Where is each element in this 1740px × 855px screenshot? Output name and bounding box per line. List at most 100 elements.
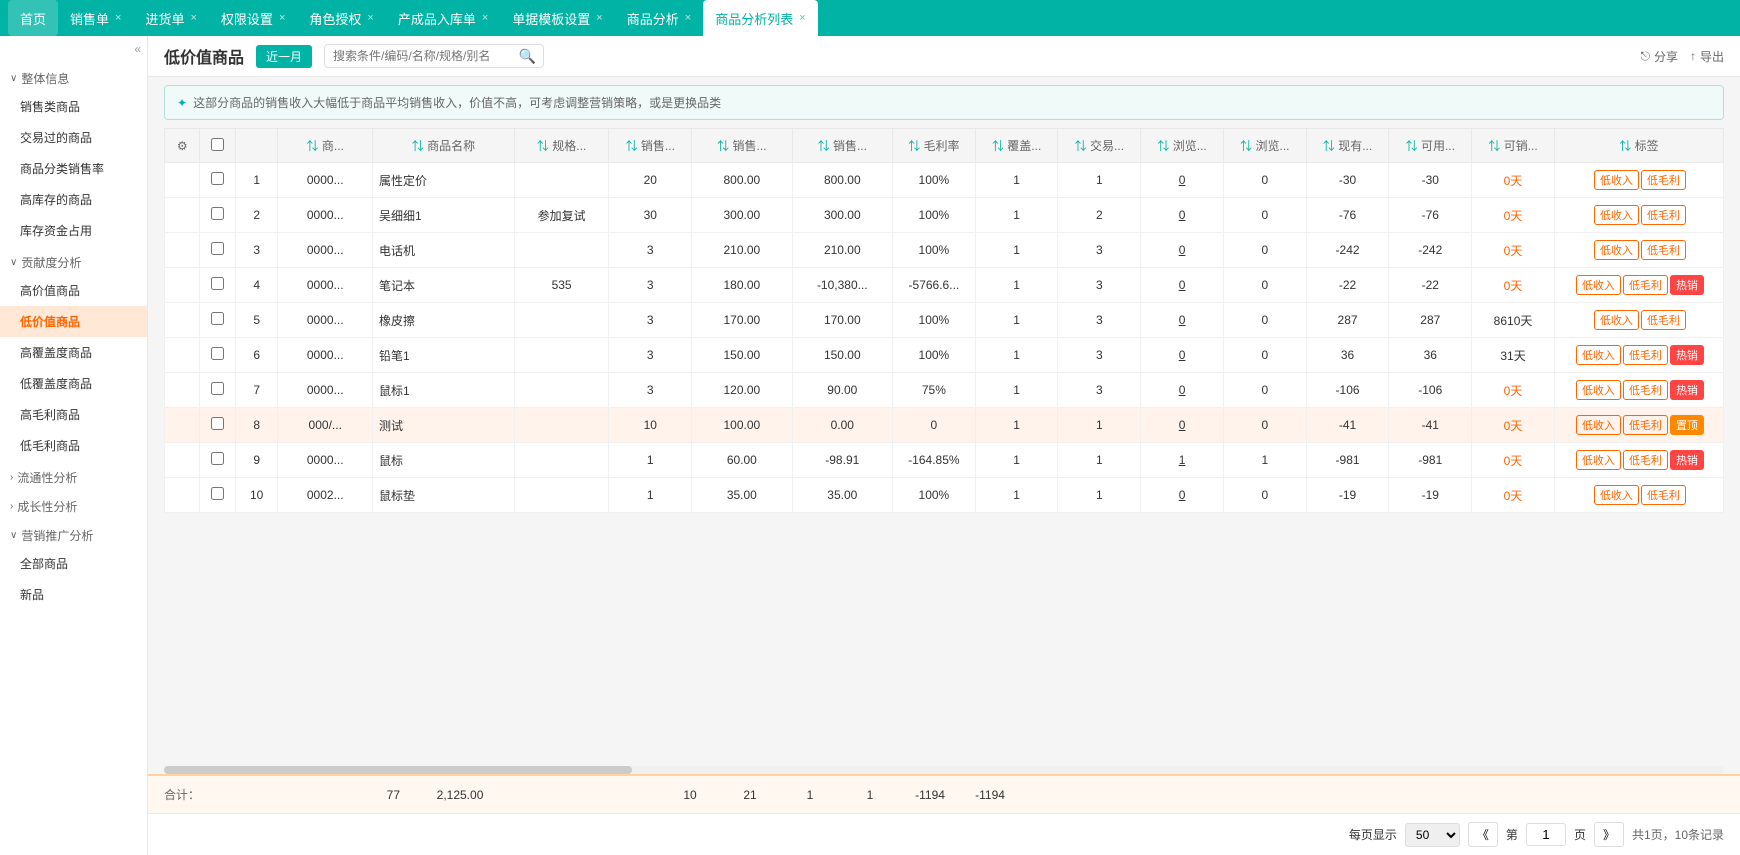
row-select-checkbox[interactable] <box>211 452 224 465</box>
browse-link[interactable]: 0 <box>1179 313 1186 327</box>
row-settings[interactable] <box>165 443 200 478</box>
col-header-cover[interactable]: ⇅ 覆盖... <box>975 129 1058 163</box>
row-checkbox[interactable] <box>200 303 235 338</box>
row-select-checkbox[interactable] <box>211 347 224 360</box>
row-browse1[interactable]: 0 <box>1141 408 1224 443</box>
col-header-check[interactable] <box>200 129 235 163</box>
sidebar-section-成长性分析[interactable]: › 成长性分析 <box>0 490 147 519</box>
sidebar-section-整体信息[interactable]: ∨ 整体信息 <box>0 62 147 91</box>
browse-link[interactable]: 0 <box>1179 243 1186 257</box>
row-browse1[interactable]: 0 <box>1141 198 1224 233</box>
col-header-sale-amount[interactable]: ⇅ 销售... <box>692 129 792 163</box>
row-browse1[interactable]: 0 <box>1141 478 1224 513</box>
nav-tab-商品分析列表[interactable]: 商品分析列表 × <box>703 0 817 36</box>
row-select-checkbox[interactable] <box>211 487 224 500</box>
page-size-select[interactable]: 50 100 200 <box>1405 823 1460 847</box>
sidebar-item-全部商品[interactable]: 全部商品 <box>0 548 147 579</box>
sidebar-item-低价值商品[interactable]: 低价值商品 <box>0 306 147 337</box>
close-icon[interactable]: × <box>367 12 373 24</box>
close-icon[interactable]: × <box>279 12 285 24</box>
row-browse1[interactable]: 0 <box>1141 373 1224 408</box>
nav-tab-进货单[interactable]: 进货单 × <box>133 0 208 36</box>
row-select-checkbox[interactable] <box>211 382 224 395</box>
browse-link[interactable]: 0 <box>1179 208 1186 222</box>
sidebar-item-高库存的商品[interactable]: 高库存的商品 <box>0 184 147 215</box>
close-icon[interactable]: × <box>685 12 691 24</box>
sidebar-section-营销推广分析[interactable]: ∨ 营销推广分析 <box>0 519 147 548</box>
col-header-available[interactable]: ⇅ 可用... <box>1389 129 1472 163</box>
search-icon[interactable]: 🔍 <box>519 48 536 65</box>
row-settings[interactable] <box>165 163 200 198</box>
sidebar-item-低覆盖度商品[interactable]: 低覆盖度商品 <box>0 368 147 399</box>
row-checkbox[interactable] <box>200 338 235 373</box>
sidebar-section-贡献度分析[interactable]: ∨ 贡献度分析 <box>0 246 147 275</box>
close-icon[interactable]: × <box>115 12 121 24</box>
col-header-code[interactable]: ⇅ 商... <box>278 129 373 163</box>
browse-link[interactable]: 1 <box>1179 453 1186 467</box>
col-header-current[interactable]: ⇅ 现有... <box>1306 129 1389 163</box>
sidebar-item-高覆盖度商品[interactable]: 高覆盖度商品 <box>0 337 147 368</box>
close-icon[interactable]: × <box>190 12 196 24</box>
nav-tab-商品分析[interactable]: 商品分析 × <box>615 0 703 36</box>
row-browse1[interactable]: 0 <box>1141 163 1224 198</box>
row-settings[interactable] <box>165 268 200 303</box>
row-settings[interactable] <box>165 303 200 338</box>
row-select-checkbox[interactable] <box>211 277 224 290</box>
horizontal-scrollbar[interactable] <box>164 766 1724 774</box>
col-header-name[interactable]: ⇅ 商品名称 <box>373 129 515 163</box>
share-button[interactable]: ⎋ 分享 <box>1640 48 1678 65</box>
browse-link[interactable]: 0 <box>1179 383 1186 397</box>
row-browse1[interactable]: 1 <box>1141 443 1224 478</box>
col-header-spec[interactable]: ⇅ 规格... <box>514 129 609 163</box>
row-browse1[interactable]: 0 <box>1141 303 1224 338</box>
row-browse1[interactable]: 0 <box>1141 233 1224 268</box>
search-input[interactable] <box>324 44 544 68</box>
row-checkbox[interactable] <box>200 268 235 303</box>
row-checkbox[interactable] <box>200 478 235 513</box>
nav-tab-权限设置[interactable]: 权限设置 × <box>209 0 297 36</box>
row-select-checkbox[interactable] <box>211 312 224 325</box>
select-all-checkbox[interactable] <box>211 138 224 151</box>
sidebar-item-新品[interactable]: 新品 <box>0 579 147 610</box>
period-button[interactable]: 近一月 <box>256 45 312 68</box>
row-settings[interactable] <box>165 373 200 408</box>
row-select-checkbox[interactable] <box>211 242 224 255</box>
sidebar-item-高价值商品[interactable]: 高价值商品 <box>0 275 147 306</box>
table-area[interactable]: ⚙ ⇅ 商... ⇅ 商品名称 ⇅ 规格... ⇅ 销售... ⇅ 销售... … <box>148 128 1740 762</box>
nav-tab-销售单[interactable]: 销售单 × <box>58 0 133 36</box>
sidebar-item-低毛利商品[interactable]: 低毛利商品 <box>0 430 147 461</box>
col-header-settings[interactable]: ⚙ <box>165 129 200 163</box>
row-settings[interactable] <box>165 478 200 513</box>
row-settings[interactable] <box>165 338 200 373</box>
scrollbar-thumb[interactable] <box>164 766 632 774</box>
browse-link[interactable]: 0 <box>1179 173 1186 187</box>
close-icon[interactable]: × <box>596 12 602 24</box>
row-checkbox[interactable] <box>200 233 235 268</box>
row-checkbox[interactable] <box>200 408 235 443</box>
browse-link[interactable]: 0 <box>1179 488 1186 502</box>
col-header-sale-qty[interactable]: ⇅ 销售... <box>609 129 692 163</box>
prev-page-button[interactable]: 《 <box>1468 822 1498 847</box>
col-header-browse2[interactable]: ⇅ 浏览... <box>1223 129 1306 163</box>
sidebar-item-高毛利商品[interactable]: 高毛利商品 <box>0 399 147 430</box>
row-select-checkbox[interactable] <box>211 172 224 185</box>
nav-tab-角色授权[interactable]: 角色授权 × <box>297 0 385 36</box>
close-icon[interactable]: × <box>799 12 805 24</box>
sidebar-section-流通性分析[interactable]: › 流通性分析 <box>0 461 147 490</box>
browse-link[interactable]: 0 <box>1179 348 1186 362</box>
sidebar-item-交易过的商品[interactable]: 交易过的商品 <box>0 122 147 153</box>
browse-link[interactable]: 0 <box>1179 278 1186 292</box>
row-browse1[interactable]: 0 <box>1141 268 1224 303</box>
nav-tab-产成品入库单[interactable]: 产成品入库单 × <box>386 0 500 36</box>
row-checkbox[interactable] <box>200 163 235 198</box>
browse-link[interactable]: 0 <box>1179 418 1186 432</box>
col-header-sale-avg[interactable]: ⇅ 销售... <box>792 129 892 163</box>
nav-home[interactable]: 首页 <box>8 0 58 36</box>
col-header-tag[interactable]: ⇅ 标签 <box>1554 129 1723 163</box>
col-header-gross-rate[interactable]: ⇅ 毛利率 <box>893 129 976 163</box>
row-checkbox[interactable] <box>200 198 235 233</box>
col-header-browse1[interactable]: ⇅ 浏览... <box>1141 129 1224 163</box>
nav-tab-单据模板设置[interactable]: 单据模板设置 × <box>500 0 614 36</box>
col-header-saleable[interactable]: ⇅ 可销... <box>1472 129 1555 163</box>
row-select-checkbox[interactable] <box>211 207 224 220</box>
